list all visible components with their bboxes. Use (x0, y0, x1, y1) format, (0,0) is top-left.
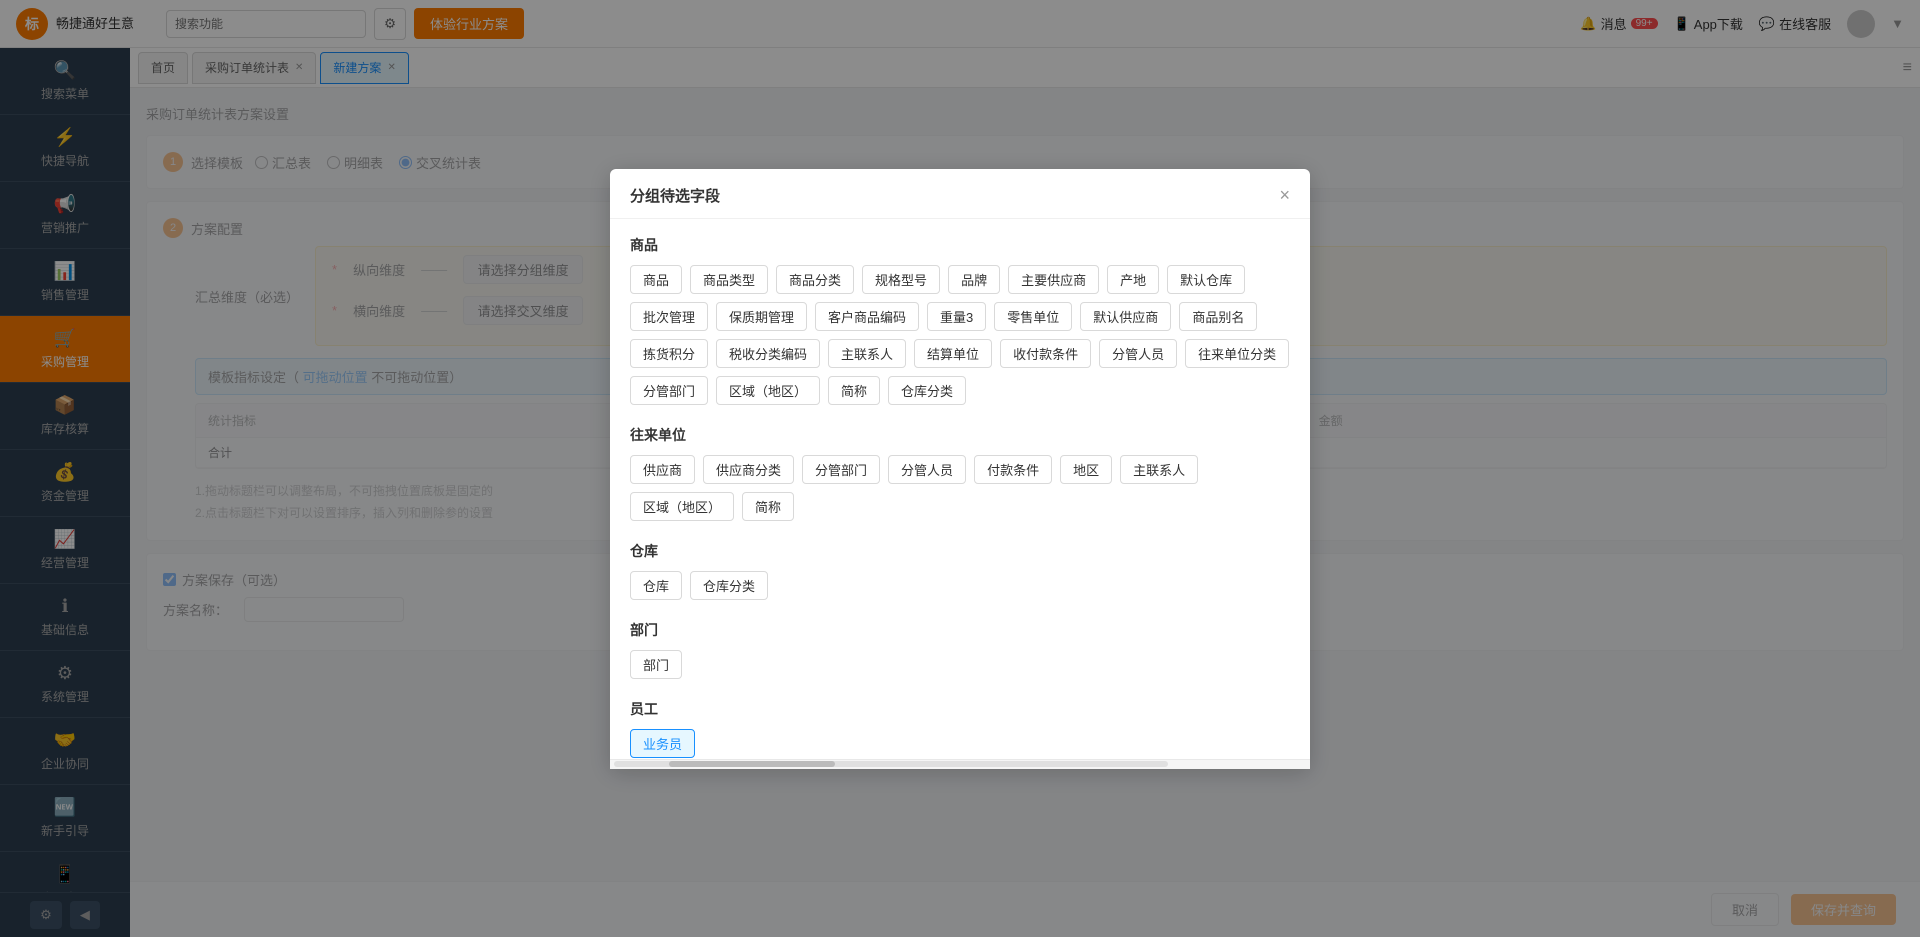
field-tag[interactable]: 仓库 (630, 571, 682, 600)
field-tag[interactable]: 商品分类 (776, 265, 854, 294)
field-tag[interactable]: 商品别名 (1179, 302, 1257, 331)
section-warehouse: 仓库 仓库 仓库分类 (630, 541, 1290, 600)
field-tag[interactable]: 仓库分类 (888, 376, 966, 405)
field-tag[interactable]: 规格型号 (862, 265, 940, 294)
field-tag[interactable]: 商品 (630, 265, 682, 294)
field-tag[interactable]: 品牌 (948, 265, 1000, 294)
section-dept-tags: 部门 (630, 650, 1290, 679)
modal-title: 分组待选字段 (630, 185, 720, 206)
section-employee: 员工 业务员 (630, 699, 1290, 758)
field-tag[interactable]: 简称 (828, 376, 880, 405)
field-tag[interactable]: 默认仓库 (1167, 265, 1245, 294)
modal-scrollbar-area (610, 759, 1310, 768)
section-dept-title: 部门 (630, 620, 1290, 640)
field-tag[interactable]: 区域（地区） (716, 376, 820, 405)
section-goods-title: 商品 (630, 235, 1290, 255)
field-tag[interactable]: 拣货积分 (630, 339, 708, 368)
field-tag[interactable]: 结算单位 (914, 339, 992, 368)
field-tag[interactable]: 分管部门 (630, 376, 708, 405)
modal-header: 分组待选字段 × (610, 169, 1310, 219)
field-tag[interactable]: 分管人员 (888, 455, 966, 484)
modal-overlay: 分组待选字段 × 商品 商品 商品类型 商品分类 规格型号 品牌 主要供应商 产… (0, 0, 1920, 937)
field-tag[interactable]: 商品类型 (690, 265, 768, 294)
section-warehouse-title: 仓库 (630, 541, 1290, 561)
section-goods-tags: 商品 商品类型 商品分类 规格型号 品牌 主要供应商 产地 默认仓库 批次管理 … (630, 265, 1290, 405)
field-tag[interactable]: 供应商分类 (703, 455, 794, 484)
field-tag-employee[interactable]: 业务员 (630, 729, 695, 758)
field-tag[interactable]: 批次管理 (630, 302, 708, 331)
modal-body: 商品 商品 商品类型 商品分类 规格型号 品牌 主要供应商 产地 默认仓库 批次… (610, 219, 1310, 760)
section-partners-tags: 供应商 供应商分类 分管部门 分管人员 付款条件 地区 主联系人 区域（地区） … (630, 455, 1290, 521)
field-tag[interactable]: 部门 (630, 650, 682, 679)
field-tag[interactable]: 重量3 (927, 302, 986, 331)
field-tag[interactable]: 税收分类编码 (716, 339, 820, 368)
field-tag[interactable]: 零售单位 (994, 302, 1072, 331)
section-dept: 部门 部门 (630, 620, 1290, 679)
field-tag[interactable]: 简称 (742, 492, 794, 521)
field-tag[interactable]: 区域（地区） (630, 492, 734, 521)
field-tag[interactable]: 保质期管理 (716, 302, 807, 331)
field-tag[interactable]: 分管人员 (1099, 339, 1177, 368)
field-tag[interactable]: 主要供应商 (1008, 265, 1099, 294)
modal-close-button[interactable]: × (1279, 185, 1290, 206)
field-tag[interactable]: 客户商品编码 (815, 302, 919, 331)
field-tag[interactable]: 付款条件 (974, 455, 1052, 484)
modal-dialog: 分组待选字段 × 商品 商品 商品类型 商品分类 规格型号 品牌 主要供应商 产… (610, 169, 1310, 769)
section-employee-title: 员工 (630, 699, 1290, 719)
horizontal-scrollbar[interactable] (614, 761, 1168, 767)
field-tag[interactable]: 分管部门 (802, 455, 880, 484)
section-goods: 商品 商品 商品类型 商品分类 规格型号 品牌 主要供应商 产地 默认仓库 批次… (630, 235, 1290, 405)
field-tag[interactable]: 地区 (1060, 455, 1112, 484)
field-tag[interactable]: 仓库分类 (690, 571, 768, 600)
field-tag[interactable]: 供应商 (630, 455, 695, 484)
field-tag[interactable]: 默认供应商 (1080, 302, 1171, 331)
section-partners: 往来单位 供应商 供应商分类 分管部门 分管人员 付款条件 地区 主联系人 区域… (630, 425, 1290, 521)
field-tag[interactable]: 往来单位分类 (1185, 339, 1289, 368)
section-partners-title: 往来单位 (630, 425, 1290, 445)
field-tag[interactable]: 收付款条件 (1000, 339, 1091, 368)
section-employee-tags: 业务员 (630, 729, 1290, 758)
section-warehouse-tags: 仓库 仓库分类 (630, 571, 1290, 600)
field-tag[interactable]: 主联系人 (1120, 455, 1198, 484)
field-tag[interactable]: 主联系人 (828, 339, 906, 368)
field-tag[interactable]: 产地 (1107, 265, 1159, 294)
